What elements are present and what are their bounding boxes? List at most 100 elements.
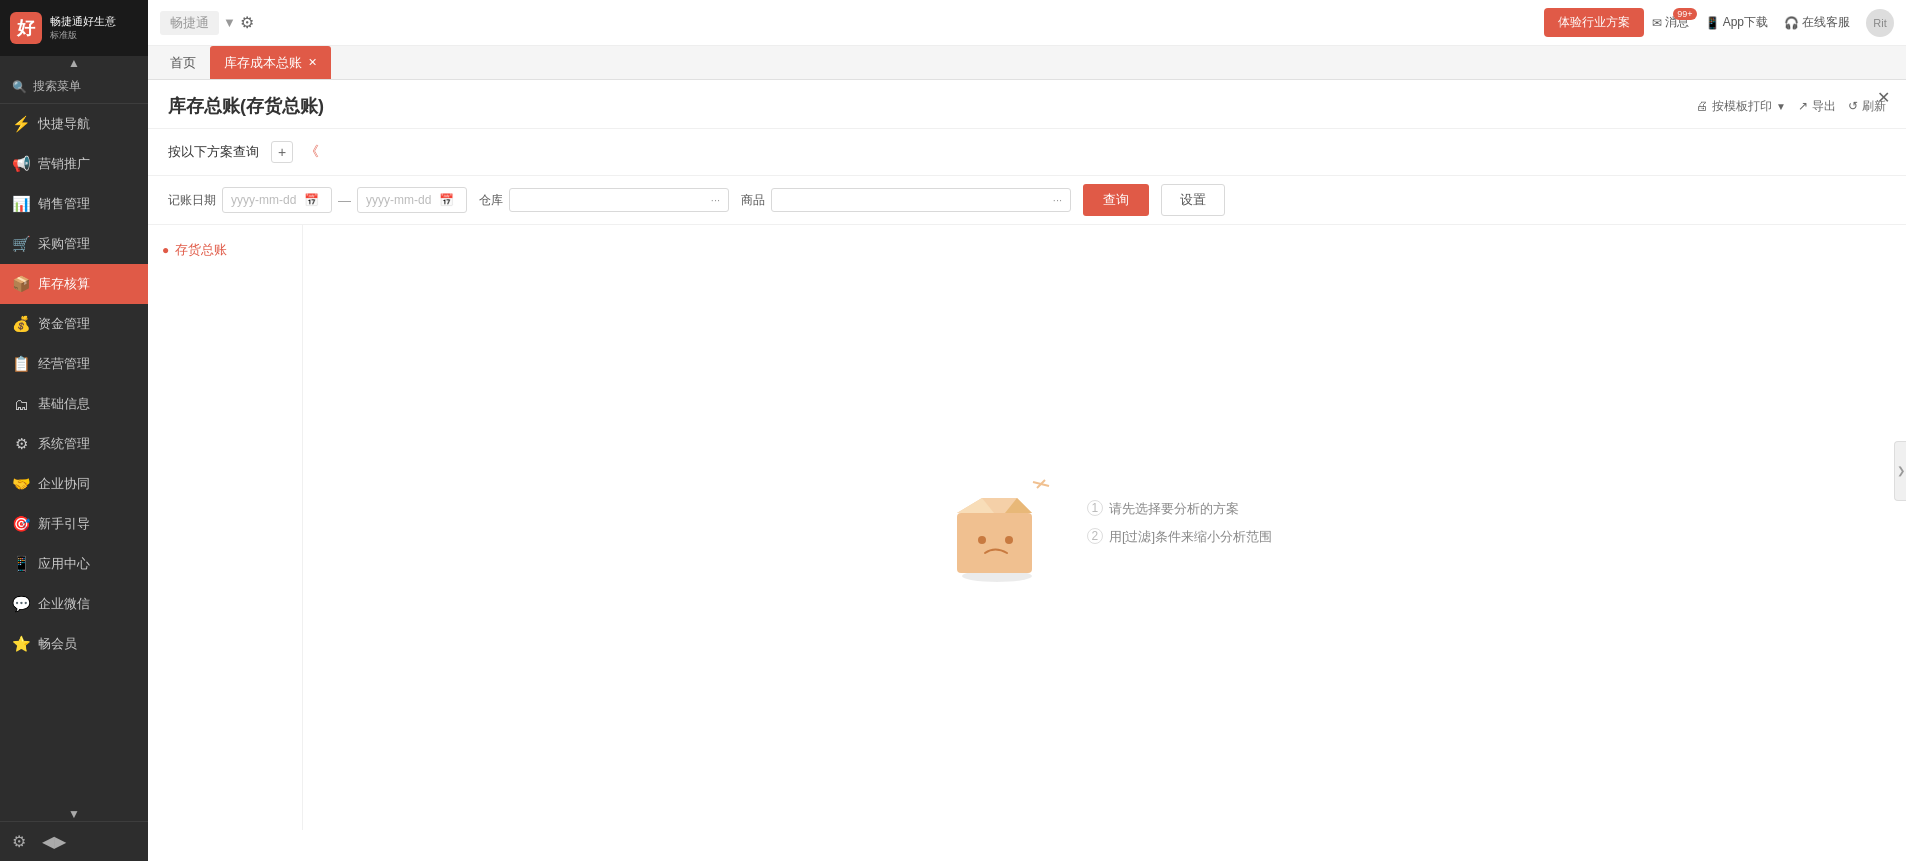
sales-icon: 📊 bbox=[12, 195, 30, 213]
message-button[interactable]: ✉ 消息 99+ bbox=[1652, 14, 1689, 31]
tab-close-icon[interactable]: ✕ bbox=[308, 56, 317, 69]
inventory-icon: 📦 bbox=[12, 275, 30, 293]
sidebar-nav: ⚡ 快捷导航 📢 营销推广 📊 销售管理 🛒 采购管理 📦 库存核算 💰 资金管… bbox=[0, 104, 148, 807]
goods-filter: 商品 ··· bbox=[741, 188, 1071, 212]
empty-state: 1 请先选择要分析的方案 2 用[过滤]条件来缩小分析范围 bbox=[303, 225, 1906, 830]
sidebar-item-label: 采购管理 bbox=[38, 235, 90, 253]
right-panel-toggle[interactable]: ❯ bbox=[1894, 441, 1906, 501]
app-download-button[interactable]: 📱 App下载 bbox=[1705, 14, 1768, 31]
warehouse-select[interactable]: ··· bbox=[509, 188, 729, 212]
sidebar-item-wechat[interactable]: 💬 企业微信 bbox=[0, 584, 148, 624]
tab-home-label: 首页 bbox=[170, 54, 196, 72]
calendar-end-icon[interactable]: 📅 bbox=[439, 193, 454, 207]
breadcrumb-arrow: ▼ bbox=[223, 15, 236, 30]
sidebar: 好 畅捷通好生意 标准版 ▲ 🔍 搜索菜单 ⚡ 快捷导航 📢 营销推广 📊 销售… bbox=[0, 0, 148, 861]
sidebar-item-label: 销售管理 bbox=[38, 195, 90, 213]
print-button[interactable]: 🖨 按模板打印 ▼ bbox=[1696, 98, 1786, 115]
empty-svg bbox=[937, 468, 1057, 588]
empty-tip-1: 1 请先选择要分析的方案 bbox=[1087, 500, 1272, 518]
warehouse-more-button[interactable]: ··· bbox=[711, 194, 720, 206]
sidebar-item-label: 库存核算 bbox=[38, 275, 90, 293]
sidebar-item-basic[interactable]: 🗂 基础信息 bbox=[0, 384, 148, 424]
settings-bottom-icon[interactable]: ⚙ bbox=[12, 832, 26, 851]
top-header: 畅捷通 ▼ ⚙ 体验行业方案 ✉ 消息 99+ 📱 App下载 🎧 在线客服 R… bbox=[148, 0, 1906, 46]
tip-num-2: 2 bbox=[1087, 528, 1103, 544]
app-logo: 好 畅捷通好生意 标准版 bbox=[0, 0, 148, 56]
sidebar-item-enterprise[interactable]: 🤝 企业协同 bbox=[0, 464, 148, 504]
basic-icon: 🗂 bbox=[12, 396, 30, 413]
page-title: 库存总账(存货总账) bbox=[168, 94, 324, 118]
tab-home[interactable]: 首页 bbox=[156, 46, 210, 79]
goods-more-button[interactable]: ··· bbox=[1053, 194, 1062, 206]
app-download-label: App下载 bbox=[1723, 14, 1768, 31]
audio-icon[interactable]: ◀▶ bbox=[42, 832, 66, 851]
calendar-start-icon[interactable]: 📅 bbox=[304, 193, 319, 207]
tab-bar: 首页 库存成本总账 ✕ bbox=[148, 46, 1906, 80]
enterprise-icon: 🤝 bbox=[12, 475, 30, 493]
warehouse-filter: 仓库 ··· bbox=[479, 188, 729, 212]
empty-illustration bbox=[937, 468, 1057, 588]
sidebar-item-member[interactable]: ⭐ 畅会员 bbox=[0, 624, 148, 664]
empty-tips: 1 请先选择要分析的方案 2 用[过滤]条件来缩小分析范围 bbox=[1087, 500, 1272, 556]
print-label: 按模板打印 bbox=[1712, 98, 1772, 115]
sidebar-item-label: 系统管理 bbox=[38, 435, 90, 453]
sidebar-item-label: 新手引导 bbox=[38, 515, 90, 533]
filter-label: 按以下方案查询 bbox=[168, 143, 259, 161]
sidebar-item-marketing[interactable]: 📢 营销推广 bbox=[0, 144, 148, 184]
scheme-item-icon: ● bbox=[162, 243, 169, 257]
online-service-button[interactable]: 🎧 在线客服 bbox=[1784, 14, 1850, 31]
page-title-bar: 库存总账(存货总账) 🖨 按模板打印 ▼ ↗ 导出 ↺ 刷新 bbox=[148, 80, 1906, 129]
date-filter: 记账日期 yyyy-mm-dd 📅 — yyyy-mm-dd 📅 bbox=[168, 187, 467, 213]
filter-collapse-button[interactable]: 《 bbox=[305, 143, 319, 161]
tab-inventory-cost-label: 库存成本总账 bbox=[224, 54, 302, 72]
sidebar-item-newguide[interactable]: 🎯 新手引导 bbox=[0, 504, 148, 544]
shortcut-icon: ⚡ bbox=[12, 115, 30, 133]
sidebar-item-system[interactable]: ⚙ 系统管理 bbox=[0, 424, 148, 464]
sidebar-item-sales[interactable]: 📊 销售管理 bbox=[0, 184, 148, 224]
goods-select[interactable]: ··· bbox=[771, 188, 1071, 212]
filter-add-button[interactable]: + bbox=[271, 141, 293, 163]
scroll-down-button[interactable]: ▼ bbox=[0, 807, 148, 821]
sidebar-item-finance[interactable]: 💰 资金管理 bbox=[0, 304, 148, 344]
date-start-placeholder: yyyy-mm-dd bbox=[231, 193, 296, 207]
svg-point-2 bbox=[978, 536, 986, 544]
refresh-icon: ↺ bbox=[1848, 99, 1858, 113]
member-icon: ⭐ bbox=[12, 635, 30, 653]
sidebar-item-label: 快捷导航 bbox=[38, 115, 90, 133]
purchase-icon: 🛒 bbox=[12, 235, 30, 253]
user-avatar[interactable]: Rit bbox=[1866, 9, 1894, 37]
sidebar-item-shortcut[interactable]: ⚡ 快捷导航 bbox=[0, 104, 148, 144]
header-breadcrumb: 畅捷通 ▼ ⚙ bbox=[160, 11, 1536, 35]
breadcrumb-text: 畅捷通 bbox=[160, 11, 219, 35]
scheme-item-inventory[interactable]: ● 存货总账 bbox=[148, 233, 302, 267]
sidebar-item-inventory[interactable]: 📦 库存核算 bbox=[0, 264, 148, 304]
industry-solution-button[interactable]: 体验行业方案 bbox=[1544, 8, 1644, 37]
header-settings-button[interactable]: ⚙ bbox=[240, 13, 254, 32]
sidebar-bottom: ⚙ ◀▶ bbox=[0, 821, 148, 861]
date-end-input[interactable]: yyyy-mm-dd 📅 bbox=[357, 187, 467, 213]
filter-bar: 按以下方案查询 + 《 bbox=[148, 129, 1906, 176]
tip-num-1: 1 bbox=[1087, 500, 1103, 516]
content-close-button[interactable]: ✕ bbox=[1877, 88, 1890, 107]
export-icon: ↗ bbox=[1798, 99, 1808, 113]
export-button[interactable]: ↗ 导出 bbox=[1798, 98, 1836, 115]
sidebar-item-operation[interactable]: 📋 经营管理 bbox=[0, 344, 148, 384]
scroll-up-button[interactable]: ▲ bbox=[0, 56, 148, 70]
svg-rect-1 bbox=[957, 513, 1032, 573]
export-label: 导出 bbox=[1812, 98, 1836, 115]
query-button[interactable]: 查询 bbox=[1083, 184, 1149, 216]
tab-inventory-cost[interactable]: 库存成本总账 ✕ bbox=[210, 46, 331, 79]
tip-text-2: 用[过滤]条件来缩小分析范围 bbox=[1109, 528, 1272, 546]
svg-point-3 bbox=[1005, 536, 1013, 544]
date-end-placeholder: yyyy-mm-dd bbox=[366, 193, 431, 207]
search-menu[interactable]: 🔍 搜索菜单 bbox=[0, 70, 148, 104]
date-separator: — bbox=[338, 193, 351, 208]
user-name: Rit bbox=[1873, 17, 1886, 29]
date-start-input[interactable]: yyyy-mm-dd 📅 bbox=[222, 187, 332, 213]
main-area: 畅捷通 ▼ ⚙ 体验行业方案 ✉ 消息 99+ 📱 App下载 🎧 在线客服 R… bbox=[148, 0, 1906, 861]
sidebar-item-appcenter[interactable]: 📱 应用中心 bbox=[0, 544, 148, 584]
print-dropdown-icon: ▼ bbox=[1776, 101, 1786, 112]
sidebar-item-purchase[interactable]: 🛒 采购管理 bbox=[0, 224, 148, 264]
logo-text: 畅捷通好生意 bbox=[50, 14, 116, 28]
setting-button[interactable]: 设置 bbox=[1161, 184, 1225, 216]
